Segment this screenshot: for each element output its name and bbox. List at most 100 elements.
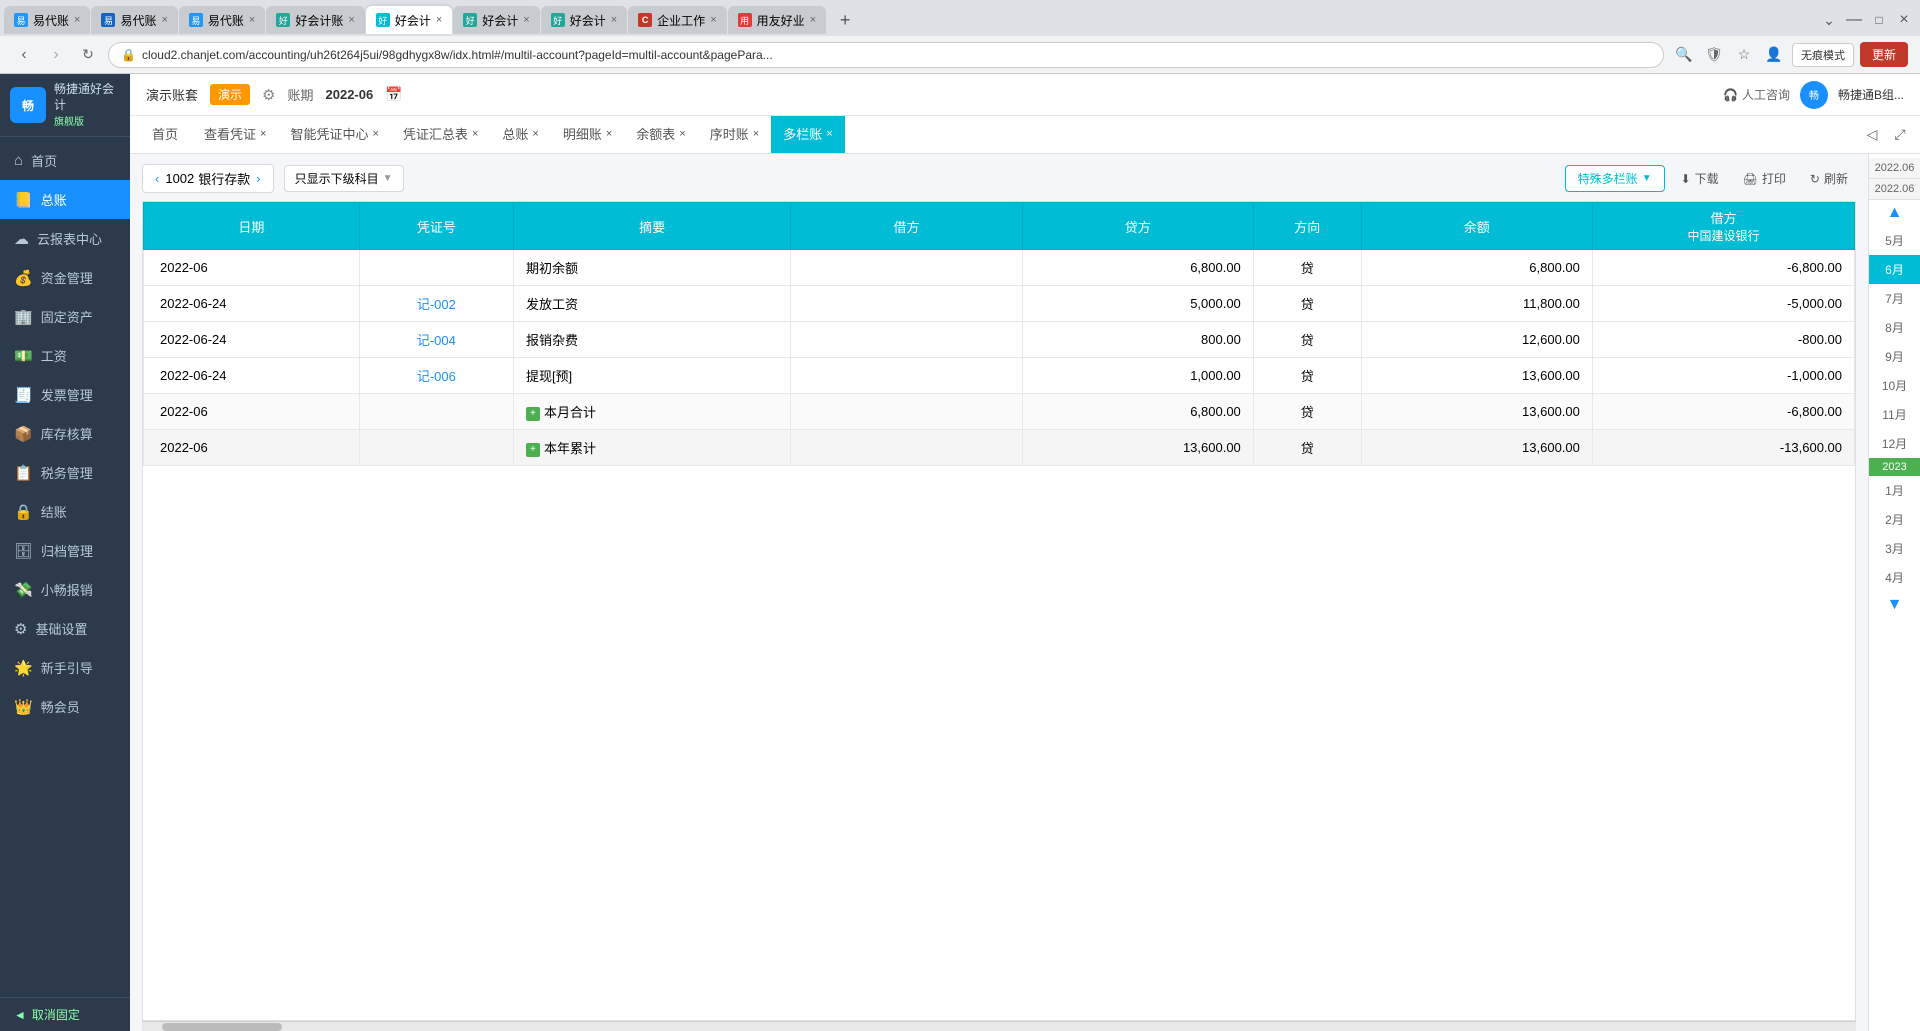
back-button[interactable]: ‹ — [12, 43, 36, 67]
tab-voucher-summary-close[interactable]: × — [472, 128, 478, 140]
tab5-close[interactable]: × — [436, 14, 442, 26]
scroll-up-arrow[interactable]: ▲ — [1883, 200, 1907, 226]
customer-service-button[interactable]: 🎧 人工咨询 — [1723, 86, 1790, 103]
browser-tab-3[interactable]: 易 易代账 × — [179, 6, 265, 34]
refresh-button[interactable]: ↻ 刷新 — [1802, 166, 1856, 191]
tab-multi-column[interactable]: 多栏账 × — [771, 116, 844, 154]
date-8yue[interactable]: 8月 — [1869, 313, 1920, 342]
tab-list-button[interactable]: ⌄ — [1817, 8, 1841, 32]
collapse-panel-button[interactable]: ◁ — [1860, 123, 1884, 147]
sidebar-item-asset[interactable]: 🏢 固定资产 — [0, 297, 130, 336]
forward-button[interactable]: › — [44, 43, 68, 67]
browser-tab-4[interactable]: 好 好会计账 × — [266, 6, 364, 34]
update-button[interactable]: 更新 — [1860, 42, 1908, 67]
browser-tab-7[interactable]: 好 好会计 × — [541, 6, 627, 34]
sidebar-item-fund[interactable]: 💰 资金管理 — [0, 258, 130, 297]
sidebar-item-closing[interactable]: 🔒 结账 — [0, 492, 130, 531]
tab3-close[interactable]: × — [249, 14, 255, 26]
cell-voucher[interactable]: 记-002 — [359, 286, 513, 322]
date-7yue[interactable]: 7月 — [1869, 284, 1920, 313]
reload-button[interactable]: ↻ — [76, 43, 100, 67]
tab-general-ledger[interactable]: 总账 × — [490, 116, 550, 154]
sidebar-item-expense[interactable]: 💸 小畅报销 — [0, 570, 130, 609]
date-9yue[interactable]: 9月 — [1869, 342, 1920, 371]
tab-home[interactable]: 首页 — [138, 116, 192, 154]
star-icon[interactable]: ☆ — [1732, 43, 1756, 67]
sidebar-item-payroll[interactable]: 💵 工资 — [0, 336, 130, 375]
sidebar-item-guide[interactable]: 🌟 新手引导 — [0, 648, 130, 687]
tab4-close[interactable]: × — [348, 14, 354, 26]
date-12yue[interactable]: 12月 — [1869, 429, 1920, 458]
browser-tab-5[interactable]: 好 好会计 × — [366, 6, 452, 34]
new-tab-button[interactable]: + — [831, 6, 859, 34]
sidebar-item-home[interactable]: ⌂ 首页 — [0, 141, 130, 180]
browser-tab-1[interactable]: 易 易代账 × — [4, 6, 90, 34]
tab-sequence-close[interactable]: × — [753, 128, 759, 140]
tab8-close[interactable]: × — [710, 14, 716, 26]
tab-detail-ledger-close[interactable]: × — [606, 128, 612, 140]
expand-panel-button[interactable]: ⤢ — [1888, 123, 1912, 147]
settings-gear-icon[interactable]: ⚙ — [262, 86, 275, 104]
sidebar-item-settings[interactable]: ⚙ 基础设置 — [0, 609, 130, 648]
wuhen-button[interactable]: 无痕模式 — [1792, 43, 1854, 67]
sidebar-item-member[interactable]: 👑 畅会员 — [0, 687, 130, 726]
minimize-button[interactable]: — — [1842, 8, 1866, 32]
date-6yue[interactable]: 6月 — [1869, 255, 1920, 284]
date-2yue[interactable]: 2月 — [1869, 505, 1920, 534]
cell-voucher[interactable]: 记-006 — [359, 358, 513, 394]
date-4yue[interactable]: 4月 — [1869, 563, 1920, 592]
tab1-close[interactable]: × — [74, 14, 80, 26]
sidebar-item-report[interactable]: ☁ 云报表中心 — [0, 219, 130, 258]
tab-view-voucher[interactable]: 查看凭证 × — [192, 116, 278, 154]
tab-balance-close[interactable]: × — [679, 128, 685, 140]
tab6-close[interactable]: × — [523, 14, 529, 26]
profile-icon[interactable]: 👤 — [1762, 43, 1786, 67]
tab-voucher-summary[interactable]: 凭证汇总表 × — [391, 116, 490, 154]
date-1yue[interactable]: 1月 — [1869, 476, 1920, 505]
scroll-down-arrow[interactable]: ▼ — [1883, 592, 1907, 618]
scroll-thumb[interactable] — [162, 1023, 282, 1031]
date-3yue[interactable]: 3月 — [1869, 534, 1920, 563]
tab7-close[interactable]: × — [611, 14, 617, 26]
calendar-icon[interactable]: 📅 — [385, 86, 402, 103]
special-columns-button[interactable]: 特殊多栏账 ▼ — [1565, 165, 1665, 192]
tab2-close[interactable]: × — [161, 14, 167, 26]
sidebar-item-closing-label: 结账 — [41, 502, 67, 521]
sidebar-item-inventory[interactable]: 📦 库存核算 — [0, 414, 130, 453]
sidebar-item-tax[interactable]: 📋 税务管理 — [0, 453, 130, 492]
tab-smart-voucher-close[interactable]: × — [372, 128, 378, 140]
tab9-close[interactable]: × — [810, 14, 816, 26]
prev-account-button[interactable]: ‹ — [153, 171, 161, 186]
tab-multi-column-close[interactable]: × — [826, 128, 832, 140]
cell-voucher[interactable]: 记-004 — [359, 322, 513, 358]
download-button[interactable]: ⬇ 下载 — [1673, 166, 1727, 191]
search-icon[interactable]: 🔍 — [1672, 43, 1696, 67]
account-selector[interactable]: ‹ 1002 银行存款 › — [142, 164, 274, 193]
browser-tab-9[interactable]: 用 用友好业 × — [728, 6, 826, 34]
tab-sequence[interactable]: 序时账 × — [698, 116, 771, 154]
browser-tab-6[interactable]: 好 好会计 × — [453, 6, 539, 34]
shield-icon[interactable]: 🛡 — [1702, 43, 1726, 67]
print-button[interactable]: 🖨 打印 — [1735, 166, 1794, 191]
horizontal-scrollbar[interactable] — [142, 1021, 1856, 1031]
unpin-button[interactable]: ◄ 取消固定 — [0, 997, 130, 1031]
tab-balance[interactable]: 余额表 × — [624, 116, 697, 154]
date-10yue[interactable]: 10月 — [1869, 371, 1920, 400]
filter-dropdown[interactable]: 只显示下级科目 ▼ — [284, 165, 404, 192]
sidebar-item-invoice[interactable]: 🧾 发票管理 — [0, 375, 130, 414]
browser-tab-8[interactable]: C 企业工作 × — [628, 6, 726, 34]
url-bar[interactable]: 🔒 cloud2.chanjet.com/accounting/uh26t264… — [108, 42, 1664, 68]
date-11yue[interactable]: 11月 — [1869, 400, 1920, 429]
tab-detail-ledger[interactable]: 明细账 × — [551, 116, 624, 154]
tab-view-voucher-close[interactable]: × — [260, 128, 266, 140]
user-avatar[interactable]: 畅 — [1800, 81, 1828, 109]
close-window-button[interactable]: × — [1892, 8, 1916, 32]
sidebar-item-archive[interactable]: 🗄 归档管理 — [0, 531, 130, 570]
next-account-button[interactable]: › — [254, 171, 262, 186]
tab-smart-voucher[interactable]: 智能凭证中心 × — [278, 116, 390, 154]
tab-general-ledger-close[interactable]: × — [532, 128, 538, 140]
browser-tab-2[interactable]: 易 易代账 × — [91, 6, 177, 34]
sidebar-item-ledger[interactable]: 📒 总账 — [0, 180, 130, 219]
date-5yue[interactable]: 5月 — [1869, 226, 1920, 255]
maximize-button[interactable]: □ — [1867, 8, 1891, 32]
